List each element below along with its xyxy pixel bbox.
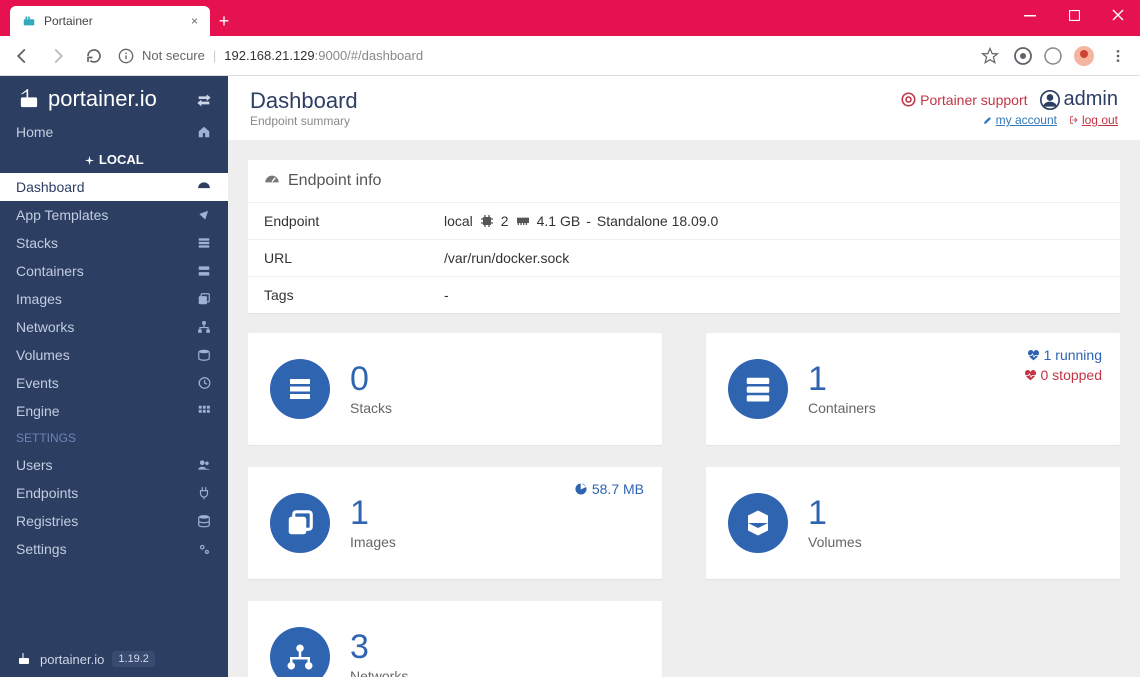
value-url: /var/run/docker.sock bbox=[444, 250, 569, 266]
browser-back-button[interactable] bbox=[10, 44, 34, 68]
star-icon[interactable] bbox=[978, 44, 1002, 68]
rocket-icon bbox=[196, 208, 212, 222]
browser-address-bar: Not secure | 192.168.21.129:9000/#/dashb… bbox=[0, 36, 1140, 76]
status-stopped: 0 stopped bbox=[1024, 367, 1103, 383]
label-endpoint: Endpoint bbox=[264, 213, 444, 229]
images-size: 58.7 MB bbox=[574, 481, 644, 497]
plug-icon bbox=[196, 486, 212, 500]
nav-users[interactable]: Users bbox=[0, 451, 228, 479]
window-maximize-button[interactable] bbox=[1052, 0, 1096, 30]
value-tags: - bbox=[444, 287, 449, 303]
new-tab-button[interactable]: + bbox=[210, 6, 238, 36]
page-header: Dashboard Endpoint summary Portainer sup… bbox=[228, 76, 1140, 140]
swap-icon[interactable] bbox=[196, 90, 212, 108]
cpu-icon bbox=[479, 213, 495, 229]
nav-networks[interactable]: Networks bbox=[0, 313, 228, 341]
page-subtitle: Endpoint summary bbox=[250, 114, 358, 128]
card-networks[interactable]: 3Networks bbox=[248, 601, 662, 677]
tab-close-icon[interactable]: × bbox=[191, 14, 198, 28]
support-link[interactable]: Portainer support bbox=[901, 92, 1027, 108]
hdd-icon bbox=[196, 348, 212, 362]
networks-icon bbox=[270, 627, 330, 677]
value-endpoint: local 2 4.1 GB - Standalone 18.09.0 bbox=[444, 213, 718, 229]
card-containers[interactable]: 1Containers 1 running 0 stopped bbox=[706, 333, 1120, 445]
browser-reload-button[interactable] bbox=[82, 44, 106, 68]
browser-title-bar: Portainer × + bbox=[0, 0, 1140, 36]
tab-favicon bbox=[22, 14, 36, 28]
nav-volumes[interactable]: Volumes bbox=[0, 341, 228, 369]
networks-count: 3 bbox=[350, 630, 408, 664]
window-close-button[interactable] bbox=[1096, 0, 1140, 30]
extension-icon-1[interactable] bbox=[1014, 47, 1032, 65]
extension-icon-2[interactable] bbox=[1044, 47, 1062, 65]
sidebar-footer: portainer.io 1.19.2 bbox=[0, 641, 228, 677]
card-stacks[interactable]: 0Stacks bbox=[248, 333, 662, 445]
my-account-link[interactable]: my account bbox=[983, 113, 1057, 127]
stacks-icon bbox=[270, 359, 330, 419]
nav-containers[interactable]: Containers bbox=[0, 257, 228, 285]
nav-app-templates[interactable]: App Templates bbox=[0, 201, 228, 229]
version-badge: 1.19.2 bbox=[112, 651, 155, 667]
panel-title: Endpoint info bbox=[288, 172, 381, 190]
nav-stacks[interactable]: Stacks bbox=[0, 229, 228, 257]
memory-icon bbox=[515, 213, 531, 229]
tachometer-icon bbox=[196, 180, 212, 194]
nav-settings[interactable]: Settings bbox=[0, 535, 228, 563]
security-label: Not secure bbox=[142, 48, 205, 63]
endpoint-info-panel: Endpoint info Endpoint local 2 4.1 GB - … bbox=[248, 160, 1120, 313]
volumes-count: 1 bbox=[808, 496, 862, 530]
menu-dots-icon[interactable] bbox=[1106, 44, 1130, 68]
home-icon bbox=[196, 125, 212, 139]
card-volumes[interactable]: 1Volumes bbox=[706, 467, 1120, 579]
images-count: 1 bbox=[350, 496, 396, 530]
sitemap-icon bbox=[196, 320, 212, 334]
users-icon bbox=[196, 458, 212, 472]
containers-count: 1 bbox=[808, 362, 876, 396]
user-menu[interactable]: admin bbox=[1040, 88, 1118, 111]
sidebar: portainer.io Home LOCAL Dashboard App Te… bbox=[0, 76, 228, 677]
nav-events[interactable]: Events bbox=[0, 369, 228, 397]
card-images[interactable]: 1Images 58.7 MB bbox=[248, 467, 662, 579]
browser-forward-button[interactable] bbox=[46, 44, 70, 68]
label-url: URL bbox=[264, 250, 444, 266]
nav-dashboard[interactable]: Dashboard bbox=[0, 173, 228, 201]
browser-tab-portainer[interactable]: Portainer × bbox=[10, 6, 210, 36]
sidebar-section-local: LOCAL bbox=[0, 146, 228, 173]
clone-icon bbox=[196, 292, 212, 306]
sidebar-settings-head: SETTINGS bbox=[0, 425, 228, 451]
status-running: 1 running bbox=[1024, 347, 1103, 363]
nav-home[interactable]: Home bbox=[0, 118, 228, 146]
history-icon bbox=[196, 376, 212, 390]
database-icon bbox=[196, 514, 212, 528]
address-field[interactable]: Not secure | 192.168.21.129:9000/#/dashb… bbox=[118, 48, 966, 64]
logo: portainer.io bbox=[16, 86, 157, 112]
window-minimize-button[interactable] bbox=[1008, 0, 1052, 30]
profile-avatar[interactable] bbox=[1074, 46, 1094, 66]
info-icon bbox=[118, 48, 134, 64]
images-icon bbox=[270, 493, 330, 553]
stacks-count: 0 bbox=[350, 362, 392, 396]
label-tags: Tags bbox=[264, 287, 444, 303]
tab-title: Portainer bbox=[44, 14, 93, 28]
nav-engine[interactable]: Engine bbox=[0, 397, 228, 425]
tachometer-icon bbox=[264, 173, 280, 189]
th-icon bbox=[196, 404, 212, 418]
list-icon bbox=[196, 236, 212, 250]
server-icon bbox=[196, 264, 212, 278]
nav-registries[interactable]: Registries bbox=[0, 507, 228, 535]
log-out-link[interactable]: log out bbox=[1069, 113, 1118, 127]
nav-images[interactable]: Images bbox=[0, 285, 228, 313]
page-title: Dashboard bbox=[250, 88, 358, 114]
volumes-icon bbox=[728, 493, 788, 553]
url-text: 192.168.21.129:9000/#/dashboard bbox=[224, 48, 423, 63]
nav-endpoints[interactable]: Endpoints bbox=[0, 479, 228, 507]
containers-icon bbox=[728, 359, 788, 419]
cogs-icon bbox=[196, 542, 212, 556]
